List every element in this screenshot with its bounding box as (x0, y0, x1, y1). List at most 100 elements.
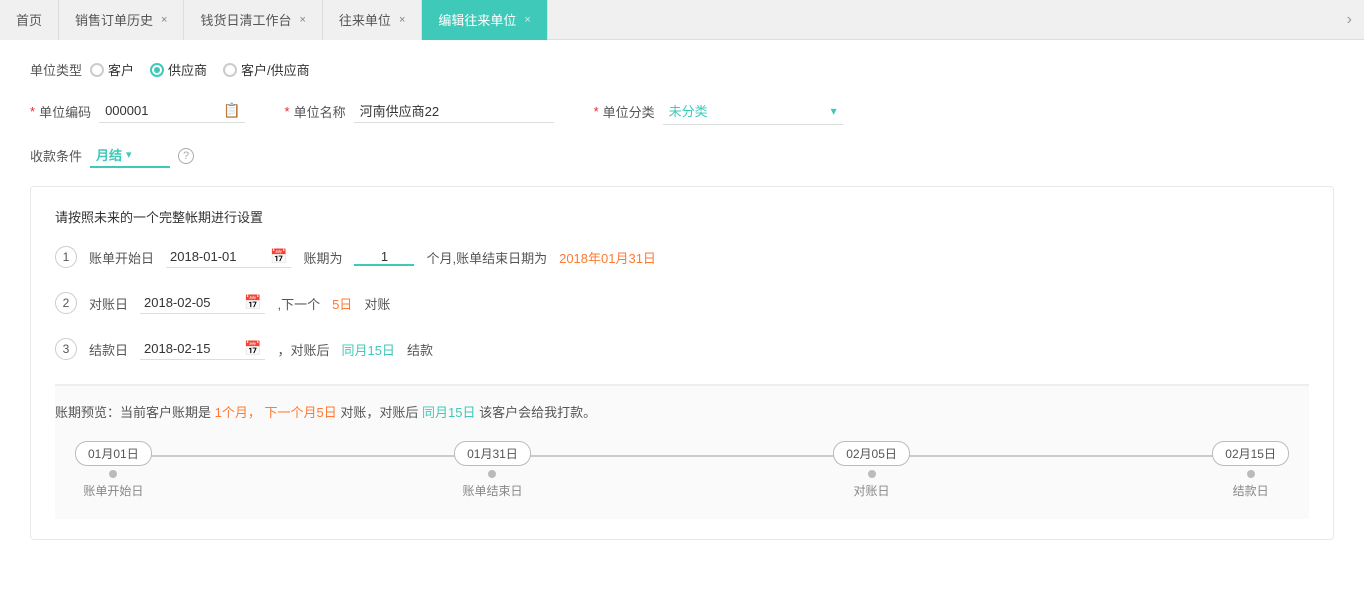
period-end-date: 2018年01月31日 (559, 248, 656, 267)
preview-text: 账期预览：当前客户账期是 1个月， 下一个月5日 对账，对账后 同月15日 该客… (55, 402, 1309, 421)
close-icon-cash[interactable]: × (299, 14, 305, 26)
step-date-input-2: 📅 (140, 292, 265, 314)
payment-condition-label: 收款条件 (30, 146, 82, 165)
step-date-field-2[interactable] (144, 295, 244, 310)
radio-circle-customer-supplier (223, 63, 237, 77)
required-star-name: * (285, 104, 290, 119)
timeline-dot-4 (1247, 470, 1255, 478)
timeline-badge-2: 01月31日 (454, 441, 531, 466)
step-num-1: 1 (55, 246, 77, 268)
tab-edit-partner[interactable]: 编辑往来单位 × (422, 0, 547, 40)
radio-group-unit-type: 客户 供应商 客户/供应商 (90, 60, 310, 79)
tab-home[interactable]: 首页 (0, 0, 59, 40)
timeline-node-2: 01月31日 账单结束日 (454, 441, 531, 499)
radio-supplier[interactable]: 供应商 (150, 60, 207, 79)
radio-label-supplier: 供应商 (168, 60, 207, 79)
timeline-badge-3: 02月05日 (833, 441, 910, 466)
radio-customer-supplier[interactable]: 客户/供应商 (223, 60, 310, 79)
timeline-badge-1: 01月01日 (75, 441, 152, 466)
payment-condition-select[interactable]: 月结 ▾ (90, 143, 170, 168)
timeline-node-4: 02月15日 结款日 (1212, 441, 1289, 499)
step-date-field-1[interactable] (170, 249, 270, 264)
main-content: 单位类型 客户 供应商 客户/供应商 * 单位编码 📋 (0, 40, 1364, 608)
timeline-node-3: 02月05日 对账日 (833, 441, 910, 499)
step-label-3: 结款日 (89, 340, 128, 359)
timeline-nodes: 01月01日 账单开始日 01月31日 账单结束日 02月05日 对账日 (75, 441, 1289, 499)
timeline-dot-2 (488, 470, 496, 478)
step-row-2: 2 对账日 📅 ,下一个 5日 对账 (55, 292, 1309, 314)
step2-highlight: 5日 (332, 294, 352, 313)
required-star-code: * (30, 104, 35, 119)
payment-condition-row: 收款条件 月结 ▾ ? (30, 143, 1334, 168)
timeline-label-2: 账单结束日 (462, 482, 522, 499)
step-label-1: 账单开始日 (89, 248, 154, 267)
tabs-bar: 首页 销售订单历史 × 钱货日清工作台 × 往来单位 × 编辑往来单位 × › (0, 0, 1364, 40)
close-icon-sales[interactable]: × (161, 14, 167, 26)
card-section: 请按照未来的一个完整帐期进行设置 1 账单开始日 📅 账期为 个月,账单结束日期… (30, 186, 1334, 540)
timeline-wrapper: 01月01日 账单开始日 01月31日 账单结束日 02月05日 对账日 (55, 441, 1309, 519)
unit-category-value: 未分类 (669, 101, 831, 120)
unit-code-field: * 单位编码 📋 (30, 99, 245, 123)
unit-type-label: 单位类型 (30, 60, 82, 79)
unit-category-field: * 单位分类 未分类 ▾ (594, 97, 843, 125)
step-period-input[interactable] (354, 249, 414, 266)
unit-code-label: 单位编码 (39, 102, 91, 121)
required-star-cat: * (594, 104, 599, 119)
step-num-3: 3 (55, 338, 77, 360)
preview-suffix: 该客户会给我打款。 (479, 405, 596, 420)
unit-code-icon[interactable]: 📋 (219, 102, 244, 119)
unit-name-input[interactable] (354, 99, 554, 123)
step-date-field-3[interactable] (144, 341, 244, 356)
tab-partner-unit[interactable]: 往来单位 × (323, 0, 422, 40)
unit-category-label: 单位分类 (603, 102, 655, 121)
unit-type-row: 单位类型 客户 供应商 客户/供应商 (30, 60, 1334, 79)
preview-part2: 下一个月5日 (265, 405, 337, 420)
timeline-node-1: 01月01日 账单开始日 (75, 441, 152, 499)
timeline-dot-1 (109, 470, 117, 478)
step3-highlight: 同月15日 (341, 340, 394, 359)
timeline-dot-3 (868, 470, 876, 478)
preview-section: 账期预览：当前客户账期是 1个月， 下一个月5日 对账，对账后 同月15日 该客… (55, 385, 1309, 519)
timeline-label-4: 结款日 (1233, 482, 1269, 499)
unit-code-input-wrap: 📋 (99, 99, 244, 123)
preview-prefix: 账期预览：当前客户账期是 (55, 405, 211, 420)
timeline-badge-4: 02月15日 (1212, 441, 1289, 466)
preview-part1: 1个月， (215, 405, 261, 420)
payment-select-arrow-icon: ▾ (126, 148, 132, 161)
card-title: 请按照未来的一个完整帐期进行设置 (55, 207, 1309, 226)
tab-arrow[interactable]: › (1335, 11, 1364, 29)
timeline-label-3: 对账日 (854, 482, 890, 499)
unit-name-label: 单位名称 (294, 102, 346, 121)
unit-fields-row: * 单位编码 📋 * 单位名称 * 单位分类 未分类 ▾ (30, 97, 1334, 125)
step-row-3: 3 结款日 📅 ，对账后 同月15日 结款 (55, 338, 1309, 360)
step-num-2: 2 (55, 292, 77, 314)
step3-suffix-pre: ，对账后 (277, 340, 329, 359)
radio-circle-supplier (150, 63, 164, 77)
payment-condition-value: 月结 (96, 145, 122, 164)
calendar-icon-2[interactable]: 📅 (244, 294, 261, 311)
help-icon[interactable]: ? (178, 148, 194, 164)
tab-cash-work[interactable]: 钱货日清工作台 × (184, 0, 322, 40)
close-icon-edit-partner[interactable]: × (524, 14, 530, 26)
radio-label-customer-supplier: 客户/供应商 (241, 60, 310, 79)
radio-label-customer: 客户 (108, 60, 134, 79)
step2-suffix-pre: ,下一个 (277, 294, 320, 313)
step3-suffix-post: 结款 (407, 340, 433, 359)
chevron-down-icon: ▾ (831, 104, 837, 118)
unit-name-field: * 单位名称 (285, 99, 554, 123)
close-icon-partner[interactable]: × (399, 14, 405, 26)
step-date-input-1: 📅 (166, 246, 291, 268)
calendar-icon-3[interactable]: 📅 (244, 340, 261, 357)
step-period-unit: 个月,账单结束日期为 (426, 248, 547, 267)
unit-code-input[interactable] (99, 99, 219, 122)
preview-part3: 同月15日 (422, 405, 475, 420)
unit-category-select[interactable]: 未分类 ▾ (663, 97, 843, 125)
preview-middle: 对账，对账后 (340, 405, 418, 420)
calendar-icon-1[interactable]: 📅 (270, 248, 287, 265)
timeline-label-1: 账单开始日 (83, 482, 143, 499)
radio-customer[interactable]: 客户 (90, 60, 134, 79)
step2-suffix-post: 对账 (364, 294, 390, 313)
tab-sales-history[interactable]: 销售订单历史 × (59, 0, 184, 40)
step-label-2: 对账日 (89, 294, 128, 313)
step-period-label: 账期为 (303, 248, 342, 267)
